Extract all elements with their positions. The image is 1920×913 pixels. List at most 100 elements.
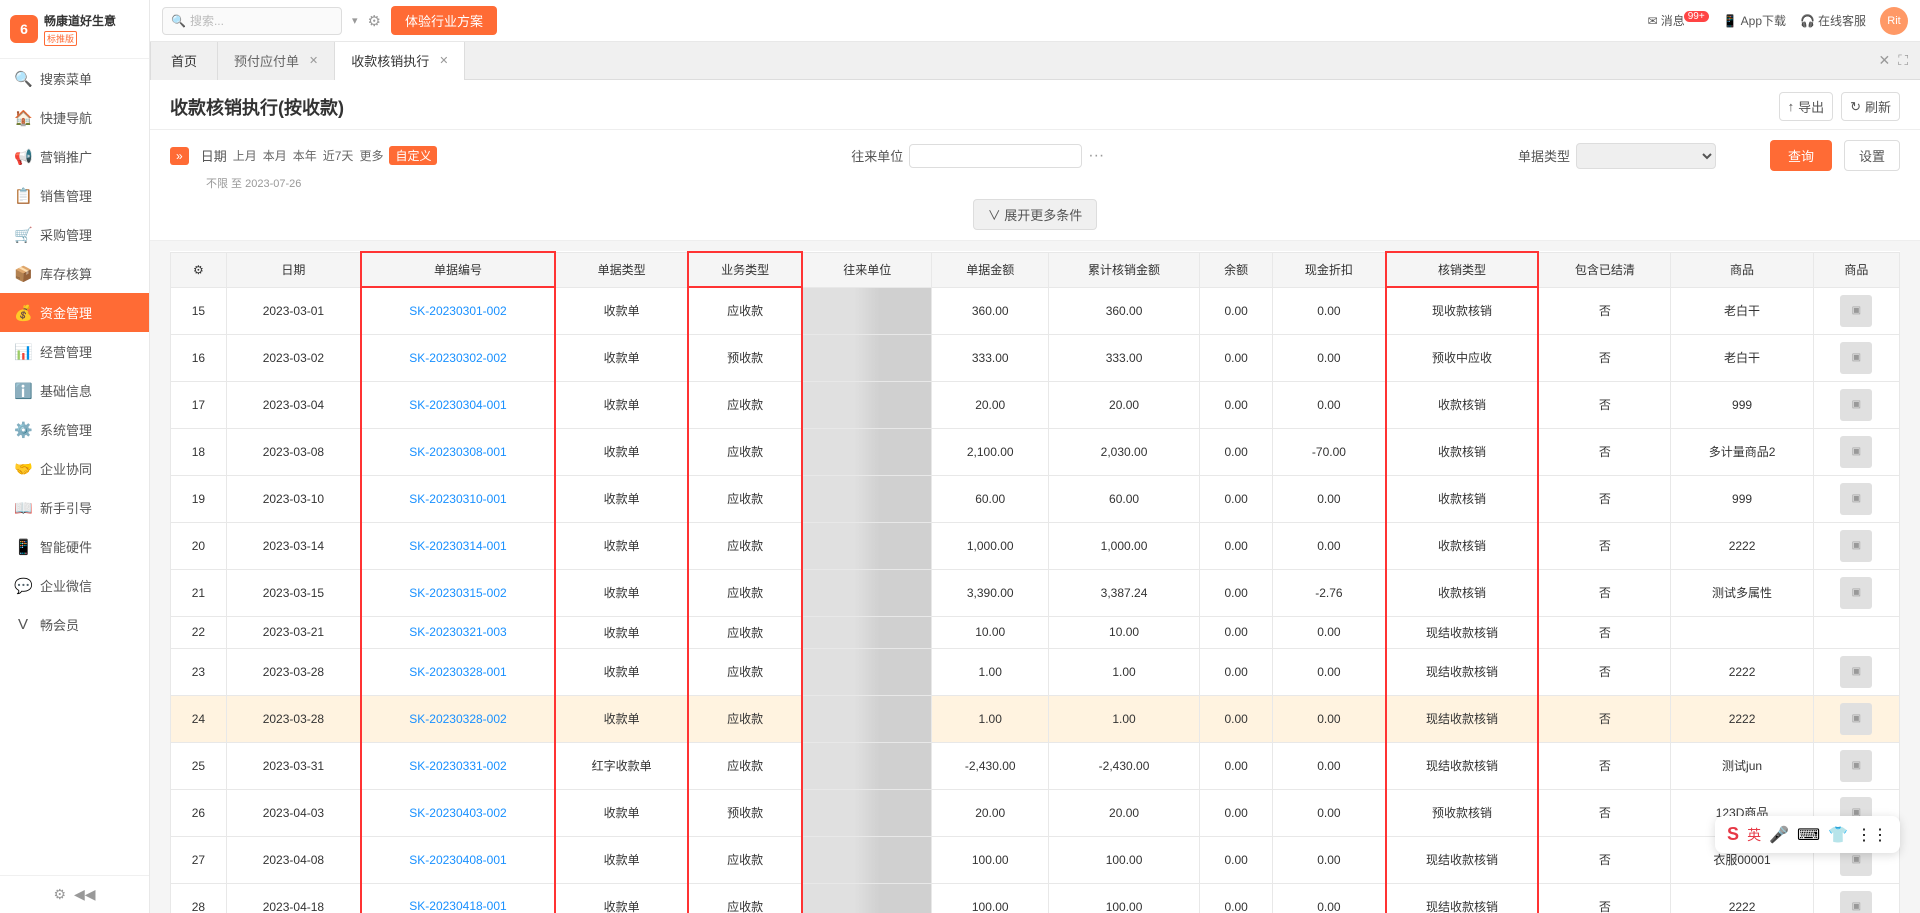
notification-item[interactable]: ✉ 消息 99+ <box>1648 12 1709 29</box>
refresh-button[interactable]: ↻ 刷新 <box>1841 92 1900 121</box>
bill-no-link[interactable]: SK-20230315-002 <box>409 586 506 600</box>
sidebar-item-weixin[interactable]: 💬企业微信 <box>0 566 149 605</box>
purchase-icon: 🛒 <box>14 226 32 244</box>
sidebar-item-operations[interactable]: 📊经营管理 <box>0 332 149 371</box>
cell-partner <box>802 475 932 522</box>
collapse-icon[interactable]: ◀◀ <box>74 886 96 903</box>
sidebar-item-hardware[interactable]: 📱智能硬件 <box>0 527 149 566</box>
cell-cash-discount: 0.00 <box>1273 789 1386 836</box>
dropdown-chevron-icon[interactable]: ▾ <box>352 14 358 27</box>
bill-no-link[interactable]: SK-20230314-001 <box>409 539 506 553</box>
date-this-month[interactable]: 本月 <box>263 147 287 164</box>
cell-bill-amount: 100.00 <box>932 883 1049 913</box>
cell-bill-amount: 60.00 <box>932 475 1049 522</box>
topbar-right: ✉ 消息 99+ 📱 App下载 🎧 在线客服 Rit <box>1648 7 1908 35</box>
keyboard-icon[interactable]: ⌨ <box>1797 825 1820 845</box>
online-service-item[interactable]: 🎧 在线客服 <box>1800 12 1866 29</box>
finance-icon: 💰 <box>14 304 32 322</box>
partner-more-icon[interactable]: ··· <box>1088 147 1104 165</box>
maximize-icon[interactable]: ⛶ <box>1898 52 1908 69</box>
bill-no-link[interactable]: SK-20230403-002 <box>409 806 506 820</box>
date-last-month[interactable]: 上月 <box>233 147 257 164</box>
query-button[interactable]: 查询 <box>1770 140 1832 171</box>
sidebar-item-guide[interactable]: 📖新手引导 <box>0 488 149 527</box>
tab-prepay-close-icon[interactable]: ✕ <box>309 54 318 67</box>
sidebar-item-member[interactable]: V畅会员 <box>0 605 149 644</box>
cell-date: 2023-03-14 <box>226 522 361 569</box>
bill-no-link[interactable]: SK-20230328-001 <box>409 665 506 679</box>
cell-include-settled: 否 <box>1538 616 1670 648</box>
bill-no-link[interactable]: SK-20230301-002 <box>409 304 506 318</box>
bill-no-link[interactable]: SK-20230408-001 <box>409 853 506 867</box>
cell-bill-type: 收款单 <box>555 475 688 522</box>
table-row: 26 2023-04-03 SK-20230403-002 收款单 预收款 20… <box>171 789 1900 836</box>
cell-bill-amount: 2,100.00 <box>932 428 1049 475</box>
partner-input[interactable] <box>909 144 1082 168</box>
col-header-cum-writeoff: 累计核销金额 <box>1048 252 1199 287</box>
col-header-settings[interactable]: ⚙ <box>171 252 227 287</box>
sidebar-item-finance[interactable]: 💰资金管理 <box>0 293 149 332</box>
bill-no-link[interactable]: SK-20230331-002 <box>409 759 506 773</box>
tab-prepay[interactable]: 预付应付单 ✕ <box>218 42 335 80</box>
topbar: 🔍 搜索... ▾ ⚙ 体验行业方案 ✉ 消息 99+ 📱 App下载 🎧 在线… <box>150 0 1920 42</box>
cell-bill-amount: 20.00 <box>932 381 1049 428</box>
sidebar-item-enterprise[interactable]: 🤝企业协同 <box>0 449 149 488</box>
date-more[interactable]: 更多 <box>359 147 383 164</box>
date-custom-button[interactable]: 自定义 <box>389 146 437 165</box>
bill-no-link[interactable]: SK-20230418-001 <box>409 899 506 913</box>
settings-button[interactable]: 设置 <box>1844 140 1900 171</box>
table-row: 17 2023-03-04 SK-20230304-001 收款单 应收款 20… <box>171 381 1900 428</box>
bill-no-link[interactable]: SK-20230310-001 <box>409 492 506 506</box>
tab-collection[interactable]: 收款核销执行 ✕ <box>335 42 465 80</box>
sidebar-item-quicknav[interactable]: 🏠快捷导航 <box>0 98 149 137</box>
bill-no-link[interactable]: SK-20230302-002 <box>409 351 506 365</box>
bill-no-link[interactable]: SK-20230308-001 <box>409 445 506 459</box>
date-7-days[interactable]: 近7天 <box>323 147 354 164</box>
date-range-display: 不限 至 2023-07-26 <box>206 178 301 190</box>
bill-type-select[interactable] <box>1576 143 1716 169</box>
settings-icon[interactable]: ⚙ <box>53 886 66 903</box>
col-header-bill-amount: 单据金额 <box>932 252 1049 287</box>
cell-row-num: 25 <box>171 742 227 789</box>
cell-writeoff-type: 现结收款核销 <box>1386 695 1539 742</box>
bill-no-link[interactable]: SK-20230321-003 <box>409 625 506 639</box>
sidebar-item-system[interactable]: ⚙️系统管理 <box>0 410 149 449</box>
cell-cum-writeoff: 2,030.00 <box>1048 428 1199 475</box>
sidebar-item-basic[interactable]: ℹ️基础信息 <box>0 371 149 410</box>
date-this-year[interactable]: 本年 <box>293 147 317 164</box>
grid-icon[interactable]: ⋮⋮ <box>1856 825 1888 845</box>
filter-expand-button[interactable]: » <box>170 147 189 165</box>
tabs-right-controls: ✕ ⛶ <box>1878 52 1920 69</box>
cell-bill-no: SK-20230331-002 <box>361 742 555 789</box>
bill-no-link[interactable]: SK-20230328-002 <box>409 712 506 726</box>
cell-product-img: ▣ <box>1813 334 1899 381</box>
cell-biz-type: 预收款 <box>688 789 802 836</box>
sidebar-item-sales[interactable]: 📋销售管理 <box>0 176 149 215</box>
gear-icon[interactable]: ⚙ <box>368 12 381 30</box>
sidebar-item-purchase[interactable]: 🛒采购管理 <box>0 215 149 254</box>
close-tab-icon[interactable]: ✕ <box>1878 52 1890 69</box>
table-row: 22 2023-03-21 SK-20230321-003 收款单 应收款 10… <box>171 616 1900 648</box>
cell-balance: 0.00 <box>1200 287 1273 334</box>
cell-writeoff-type: 现结收款核销 <box>1386 883 1539 913</box>
bill-no-link[interactable]: SK-20230304-001 <box>409 398 506 412</box>
topbar-search-box[interactable]: 🔍 搜索... <box>162 7 342 35</box>
sidebar-item-marketing[interactable]: 📢营销推广 <box>0 137 149 176</box>
user-avatar[interactable]: Rit <box>1880 7 1908 35</box>
shirt-icon[interactable]: 👕 <box>1828 825 1848 845</box>
english-icon[interactable]: 英 <box>1747 825 1761 845</box>
tab-home[interactable]: 首页 <box>150 42 218 80</box>
app-download-item[interactable]: 📱 App下载 <box>1723 12 1786 29</box>
industry-solution-button[interactable]: 体验行业方案 <box>391 6 497 35</box>
mic-icon[interactable]: 🎤 <box>1769 825 1789 845</box>
col-header-writeoff-type: 核销类型 <box>1386 252 1539 287</box>
bill-type-filter: 单据类型 <box>1518 143 1716 169</box>
expand-more-conditions-button[interactable]: ∨ 展开更多条件 <box>973 199 1098 230</box>
member-icon: V <box>14 616 32 633</box>
cell-bill-type: 收款单 <box>555 522 688 569</box>
sidebar-item-search[interactable]: 🔍搜索菜单 <box>0 59 149 98</box>
tab-collection-close-icon[interactable]: ✕ <box>439 54 448 67</box>
sidebar-item-inventory[interactable]: 📦库存核算 <box>0 254 149 293</box>
export-button[interactable]: ↑ 导出 <box>1779 92 1834 121</box>
cell-biz-type: 应收款 <box>688 616 802 648</box>
